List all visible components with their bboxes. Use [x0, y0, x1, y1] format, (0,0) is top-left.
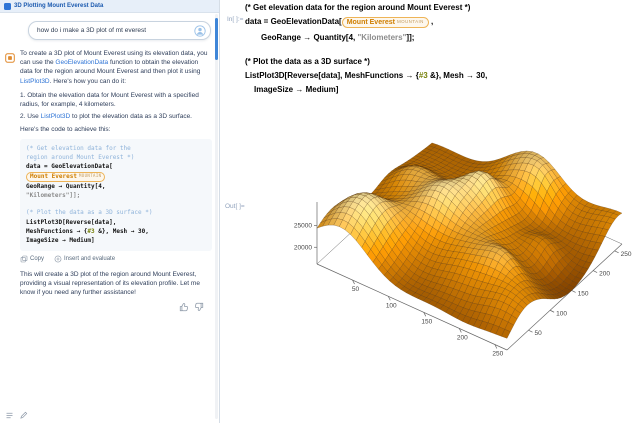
new-chat-pencil-icon[interactable]	[19, 411, 28, 420]
thumbs-up-icon[interactable]	[179, 302, 189, 312]
copy-button[interactable]: Copy	[20, 255, 44, 263]
mount-everest-entity-chip[interactable]: Mount Everest MOUNTAIN	[26, 171, 106, 182]
assistant-response-body: To create a 3D plot of Mount Everest usi…	[20, 49, 212, 312]
notebook-panel[interactable]: In[ ]:= (* Get elevation data for the re…	[221, 0, 640, 423]
svg-text:100: 100	[556, 310, 567, 317]
insert-evaluate-label: Insert and evaluate	[64, 255, 116, 262]
copy-label: Copy	[30, 255, 45, 262]
code-line: "Kilometers"]];	[26, 191, 206, 200]
app-window: 3D Plotting Mount Everest Data how do i …	[0, 0, 640, 423]
feedback-row	[20, 302, 212, 312]
chat-scrollbar[interactable]	[215, 14, 218, 419]
in-label: In[ ]:=	[227, 16, 244, 23]
svg-text:25000: 25000	[294, 223, 312, 230]
svg-text:50: 50	[352, 286, 360, 293]
code-lead: Here's the code to achieve this:	[20, 125, 111, 133]
step-1: 1. Obtain the elevation data for Mount E…	[20, 91, 199, 109]
insert-evaluate-button[interactable]: Insert and evaluate	[54, 255, 115, 263]
entity-type: MOUNTAIN	[396, 19, 424, 24]
code-block[interactable]: (* Get elevation data for the region aro…	[20, 138, 212, 251]
response-outro: This will create a 3D plot of the region…	[20, 270, 200, 296]
code-line: GeoRange → Quantity[4,	[26, 182, 106, 190]
copy-icon	[20, 255, 28, 262]
entity-type: MOUNTAIN	[78, 172, 102, 178]
code-comment: (* Plot the data as a 3D surface *)	[26, 209, 153, 217]
thumbs-down-icon[interactable]	[194, 302, 204, 312]
code-action-row: Copy Insert and evaluate	[20, 255, 212, 263]
notebook-comment: (* Plot the data as a 3D surface *)	[245, 57, 370, 66]
code-comment: (* Get elevation data for the	[26, 144, 131, 152]
entity-name: Mount Everest	[346, 19, 395, 26]
assistant-icon	[5, 49, 16, 312]
slot-token: #3	[418, 71, 428, 80]
notebook-comment: (* Get elevation data for the region aro…	[245, 3, 471, 12]
code-line: data = GeoElevationData[	[26, 163, 113, 171]
svg-text:250: 250	[621, 251, 632, 258]
svg-text:250: 250	[492, 350, 503, 357]
svg-text:100: 100	[386, 302, 397, 309]
response-intro: To create a 3D plot of Mount Everest usi…	[20, 49, 212, 86]
chat-scrollbar-thumb[interactable]	[215, 18, 218, 60]
svg-text:50: 50	[535, 330, 543, 337]
svg-text:150: 150	[578, 290, 589, 297]
code-line: MeshFunctions → {#3 &}, Mesh → 30,	[26, 227, 149, 235]
notebook-code-line: GeoRange → Quantity[4, "Kilometers"]];	[261, 33, 415, 42]
notebook-code-line: data = GeoElevationData[Mount Everest MOU…	[245, 17, 433, 29]
code-string: "Kilometers"	[357, 33, 407, 42]
svg-text:200: 200	[457, 334, 468, 341]
user-avatar-icon	[194, 25, 206, 37]
3d-surface-plot[interactable]: 25000 20000 50 100 150 200 250 50 100 150 200 250	[287, 96, 639, 408]
code-comment: region around Mount Everest *)	[26, 154, 135, 162]
svg-text:20000: 20000	[294, 244, 312, 251]
intro-text: . Here's how you can do it:	[49, 77, 127, 85]
mount-everest-entity-chip[interactable]: Mount Everest MOUNTAIN	[341, 17, 429, 29]
listplot3d-link[interactable]: ListPlot3D	[20, 78, 50, 85]
step-2: 2. Use ListPlot3D to plot the elevation …	[20, 112, 212, 121]
chat-tab[interactable]: 3D Plotting Mount Everest Data	[0, 0, 219, 13]
code-line: ImageSize → Medium]	[26, 237, 95, 245]
notebook-code-line: ListPlot3D[Reverse[data], MeshFunctions …	[245, 71, 488, 80]
insert-evaluate-icon	[54, 255, 62, 262]
step2-text: 2. Use	[20, 113, 41, 121]
chat-tab-title: 3D Plotting Mount Everest Data	[14, 3, 104, 9]
assistant-response: To create a 3D plot of Mount Everest usi…	[5, 49, 212, 312]
code-line: Mount Everest MOUNTAIN	[26, 171, 206, 182]
chat-toolbar	[5, 411, 28, 420]
code-line: ListPlot3D[Reverse[data],	[26, 218, 117, 226]
out-label: Out[ ]=	[225, 203, 245, 210]
code-string: "Kilometers"]];	[26, 192, 81, 200]
notebook-assistant-icon	[4, 2, 11, 10]
entity-name: Mount Everest	[30, 172, 77, 180]
chat-panel: 3D Plotting Mount Everest Data how do i …	[0, 0, 220, 423]
chat-list-icon[interactable]	[5, 411, 14, 420]
notebook-code-line: ImageSize → Medium]	[254, 85, 339, 94]
svg-text:200: 200	[599, 271, 610, 278]
user-message-text: how do i make a 3D plot of mt everest	[37, 27, 147, 34]
svg-text:150: 150	[421, 318, 432, 325]
slot-token: #3	[87, 227, 95, 235]
step2-text: to plot the elevation data as a 3D surfa…	[70, 113, 192, 121]
geoelevationdata-link[interactable]: GeoElevationData	[55, 59, 108, 66]
listplot3d-link[interactable]: ListPlot3D	[41, 113, 71, 120]
user-message[interactable]: how do i make a 3D plot of mt everest	[28, 21, 211, 40]
